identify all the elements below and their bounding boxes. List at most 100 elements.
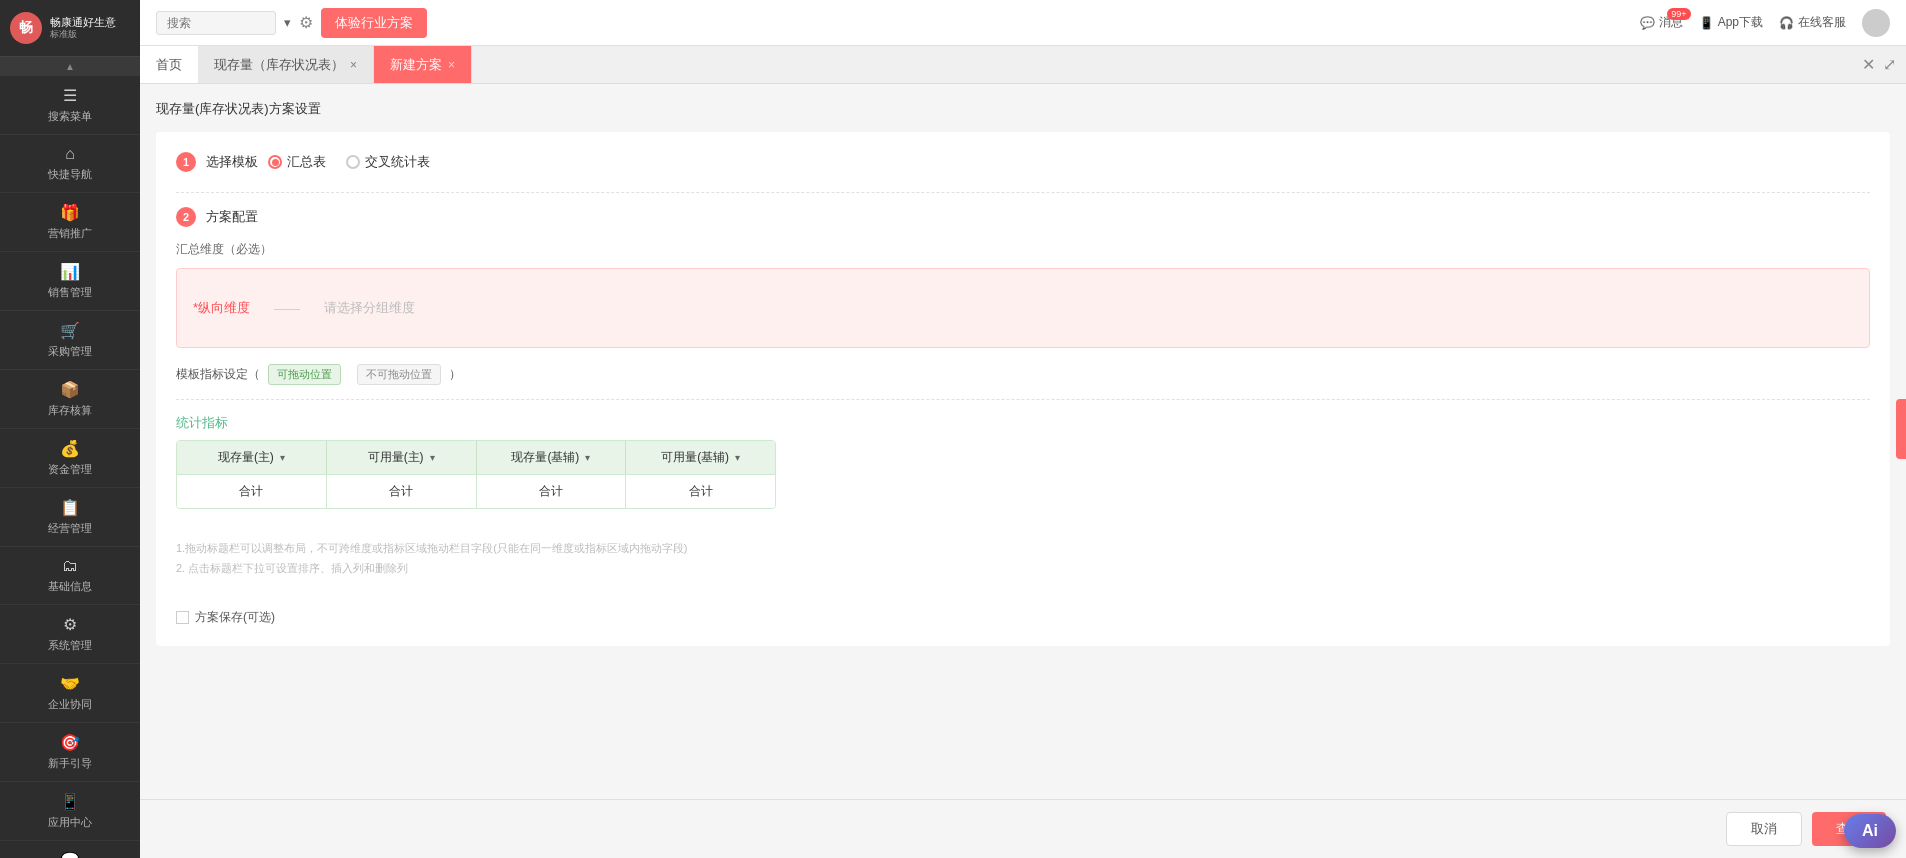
message-badge: 99+ [1667,8,1690,20]
ai-float-button[interactable]: Ai [1844,814,1896,848]
inventory-tab-label: 现存量（库存状况表） [214,56,344,74]
tab-close-fullscreen-icon[interactable]: ✕ [1862,55,1875,74]
sidebar-item-search-menu[interactable]: ☰ 搜索菜单 [0,76,140,135]
basic-info-icon: 🗂 [62,557,78,575]
step-divider [176,192,1870,193]
stats-header-row: 现存量(主) ▾ 可用量(主) ▾ 现存量(基辅) ▾ 可用量(基辅) [177,441,775,474]
sidebar-item-quick-nav[interactable]: ⌂ 快捷导航 [0,135,140,193]
step1-badge: 1 [176,152,196,172]
stats-col-3-label: 现存量(基辅) [511,449,579,466]
save-option-label: 方案保存(可选) [195,609,275,626]
message-item[interactable]: 💬 消息 99+ [1640,14,1683,31]
sidebar-item-newbie[interactable]: 🎯 新手引导 [0,723,140,782]
sidebar-item-label: 快捷导航 [48,167,92,182]
save-checkbox[interactable] [176,611,189,624]
inventory-tab-close[interactable]: × [350,58,357,72]
stats-label: 统计指标 [176,414,1870,432]
quick-nav-icon: ⌂ [65,145,75,163]
purchase-icon: 🛒 [60,321,80,340]
radio-summary[interactable]: 汇总表 [268,153,326,171]
indicator-divider [176,399,1870,400]
sidebar-item-purchase[interactable]: 🛒 采购管理 [0,311,140,370]
footer-bar: 取消 查询 [140,799,1906,858]
app-download-icon: 📱 [1699,16,1714,30]
sidebar-item-label: 系统管理 [48,638,92,653]
sidebar-item-label: 资金管理 [48,462,92,477]
sidebar-item-wechat[interactable]: 💬 企业微信 [0,841,140,858]
sidebar-item-enterprise[interactable]: 🤝 企业协同 [0,664,140,723]
radio-cross-circle [346,155,360,169]
tab-new-plan[interactable]: 新建方案 × [374,46,472,83]
indicator-fixed-badge: 不可拖动位置 [357,364,441,385]
tab-inventory[interactable]: 现存量（库存状况表） × [198,46,374,83]
stats-col-1-header[interactable]: 现存量(主) ▾ [177,441,327,474]
sidebar-item-app-center[interactable]: 📱 应用中心 [0,782,140,841]
app-download-item[interactable]: 📱 App下载 [1699,14,1763,31]
avatar[interactable] [1862,9,1890,37]
dim-selection-area[interactable]: *纵向维度 —— 请选择分组维度 [176,268,1870,348]
industry-btn[interactable]: 体验行业方案 [321,8,427,38]
gear-icon[interactable]: ⚙ [299,13,313,32]
right-side-tab[interactable] [1896,399,1906,459]
stats-col-3-header[interactable]: 现存量(基辅) ▾ [477,441,627,474]
system-icon: ⚙ [63,615,77,634]
search-input[interactable] [156,11,276,35]
sidebar-item-inventory[interactable]: 📦 库存核算 [0,370,140,429]
headset-icon: 🎧 [1779,16,1794,30]
radio-summary-circle [268,155,282,169]
radio-cross-label: 交叉统计表 [365,153,430,171]
col-1-chevron-icon[interactable]: ▾ [280,452,285,463]
dropdown-icon[interactable]: ▾ [284,15,291,30]
col-3-chevron-icon[interactable]: ▾ [585,452,590,463]
indicator-setting: 模板指标设定（ 可拖动位置 不可拖动位置 ） [176,364,1870,385]
indicator-setting-prefix: 模板指标设定（ [176,366,260,383]
step2-title: 方案配置 [206,208,258,226]
logo-text: 畅康通好生意 标准版 [50,15,116,41]
vertical-dim-label: *纵向维度 [193,299,250,317]
sidebar-item-label: 库存核算 [48,403,92,418]
main-area: ▾ ⚙ 体验行业方案 💬 消息 99+ 📱 App下载 🎧 在线客服 首页 [140,0,1906,858]
finance-icon: 💰 [60,439,80,458]
sidebar-item-marketing[interactable]: 🎁 营销推广 [0,193,140,252]
step1-title: 选择模板 [206,153,258,171]
radio-cross[interactable]: 交叉统计表 [346,153,430,171]
sidebar-item-sales[interactable]: 📊 销售管理 [0,252,140,311]
sidebar-item-finance[interactable]: 💰 资金管理 [0,429,140,488]
sidebar-item-system[interactable]: ⚙ 系统管理 [0,605,140,664]
step2-badge: 2 [176,207,196,227]
cancel-button[interactable]: 取消 [1726,812,1802,846]
stats-table: 现存量(主) ▾ 可用量(主) ▾ 现存量(基辅) ▾ 可用量(基辅) [176,440,776,509]
content-area: 现存量(库存状况表)方案设置 1 选择模板 汇总表 交叉统计表 [140,84,1906,799]
new-plan-tab-close[interactable]: × [448,58,455,72]
online-service-label: 在线客服 [1798,14,1846,31]
stats-col-1-data: 合计 [177,475,327,508]
settings-card: 1 选择模板 汇总表 交叉统计表 [156,132,1890,646]
tabs-right: ✕ ⤢ [1862,55,1906,74]
sidebar-item-basic-info[interactable]: 🗂 基础信息 [0,547,140,605]
logo-icon: 畅 [10,12,42,44]
online-service-item[interactable]: 🎧 在线客服 [1779,14,1846,31]
tab-expand-icon[interactable]: ⤢ [1883,55,1896,74]
wechat-icon: 💬 [60,851,80,858]
sales-icon: 📊 [60,262,80,281]
stats-col-2-data: 合计 [327,475,477,508]
stats-col-4-data: 合计 [626,475,775,508]
dim-placeholder: 请选择分组维度 [324,299,415,317]
sidebar-item-label: 应用中心 [48,815,92,830]
stats-col-4-header[interactable]: 可用量(基辅) ▾ [626,441,775,474]
sidebar-scroll-up[interactable]: ▲ [0,57,140,76]
tip-1: 1.拖动标题栏可以调整布局，不可跨维度或指标区域拖动栏目字段(只能在同一维度或指… [176,539,1870,559]
col-2-chevron-icon[interactable]: ▾ [430,452,435,463]
top-bar: ▾ ⚙ 体验行业方案 💬 消息 99+ 📱 App下载 🎧 在线客服 [140,0,1906,46]
sidebar-item-label: 搜索菜单 [48,109,92,124]
sidebar-item-label: 基础信息 [48,579,92,594]
sidebar-item-operation[interactable]: 📋 经营管理 [0,488,140,547]
sidebar-item-label: 新手引导 [48,756,92,771]
app-edition: 标准版 [50,29,116,41]
stats-col-1-label: 现存量(主) [218,449,274,466]
tip-2: 2. 点击标题栏下拉可设置排序、插入列和删除列 [176,559,1870,579]
col-4-chevron-icon[interactable]: ▾ [735,452,740,463]
tab-home[interactable]: 首页 [140,46,198,83]
stats-col-2-header[interactable]: 可用量(主) ▾ [327,441,477,474]
sidebar-item-label: 企业协同 [48,697,92,712]
